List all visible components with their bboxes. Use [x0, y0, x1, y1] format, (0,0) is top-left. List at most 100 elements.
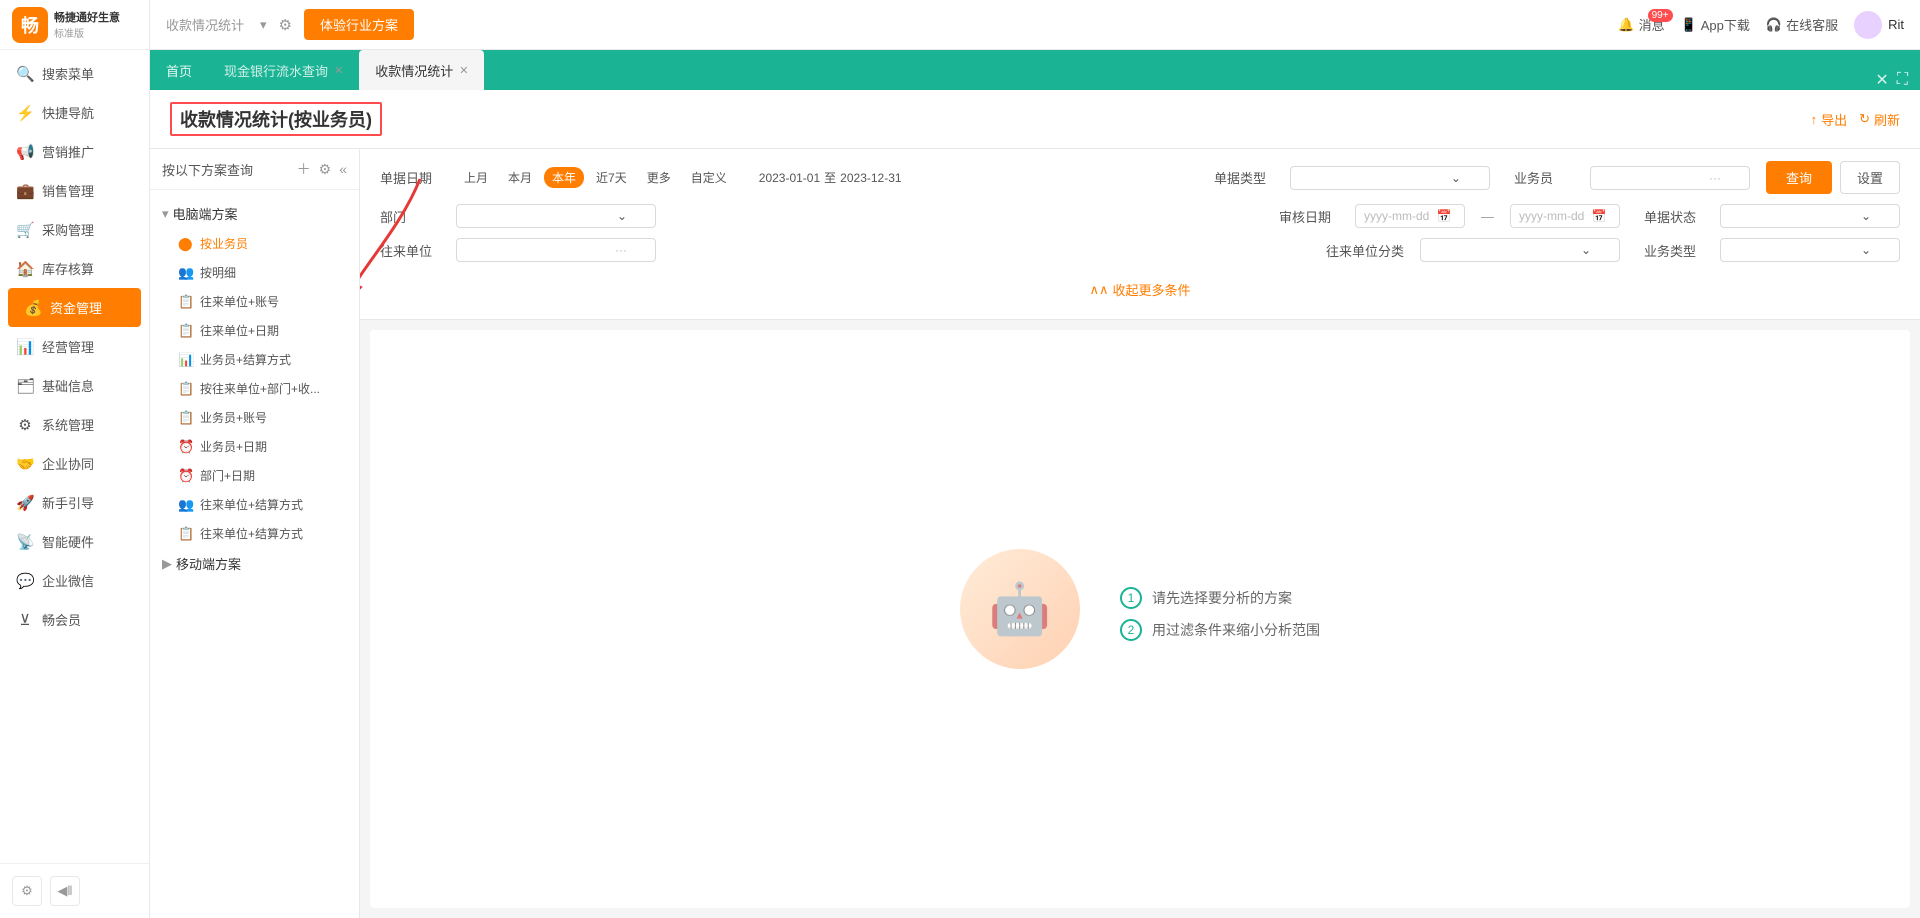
- scheme-item-detail[interactable]: 👥 按明细: [150, 258, 359, 287]
- date-tabs: 上月 本月 本年 近7天 更多 自定义: [456, 167, 735, 188]
- page-header: 收款情况统计(按业务员) ↑ 导出 ↻ 刷新: [150, 90, 1920, 149]
- sidebar-item-inventory[interactable]: 🏠库存核算: [0, 249, 149, 288]
- topbar-dropdown-icon[interactable]: ▾: [260, 17, 267, 33]
- filter-row-3: 往来单位 ··· 往来单位分类 ⌄ 业务类型: [380, 238, 1900, 262]
- sidebar-item-operation[interactable]: 📊经营管理: [0, 327, 149, 366]
- headset-icon: 🎧: [1766, 17, 1782, 33]
- biz-type-select[interactable]: ⌄: [1720, 238, 1900, 262]
- dept-select[interactable]: ⌄: [456, 204, 656, 228]
- page-header-actions: ↑ 导出 ↻ 刷新: [1811, 110, 1900, 129]
- member-icon: ⊻: [16, 611, 34, 629]
- main-area: 收款情况统计 ▾ ⚙ 体验行业方案 🔔 消息 99+ 📱 App下载 🎧 在线客…: [150, 0, 1920, 918]
- message-button[interactable]: 🔔 消息 99+: [1618, 15, 1664, 34]
- sidebar-item-hardware[interactable]: 📡智能硬件: [0, 522, 149, 561]
- scheme-item-salesperson-date[interactable]: ⏰ 业务员+日期: [150, 432, 359, 461]
- partner-category-select[interactable]: ⌄: [1420, 238, 1620, 262]
- collapse-panel-icon[interactable]: «: [339, 161, 347, 177]
- empty-step-2: 2 用过滤条件来缩小分析范围: [1120, 619, 1320, 641]
- user-name: Rit: [1888, 17, 1904, 32]
- sidebar-item-marketing[interactable]: 📢营销推广: [0, 132, 149, 171]
- corp-icon: 🤝: [16, 455, 34, 473]
- tab-expand-icon[interactable]: ⛶: [1897, 71, 1908, 89]
- calendar-icon-to: 📅: [1592, 209, 1607, 223]
- sidebar-item-finance[interactable]: 💰资金管理: [8, 288, 141, 327]
- date-tab-thismonth[interactable]: 本月: [500, 167, 540, 188]
- filter-row-1: 单据日期 上月 本月 本年 近7天 更多 自定义 2023-01-01 至: [380, 161, 1900, 194]
- scheme-item-partner-settlement2[interactable]: 📋 往来单位+结算方式: [150, 519, 359, 548]
- partner-settlement1-icon: 👥: [178, 497, 194, 513]
- tab-receipt[interactable]: 收款情况统计 ✕: [359, 50, 484, 90]
- query-button[interactable]: 查询: [1766, 161, 1832, 194]
- review-date-to-input[interactable]: yyyy-mm-dd 📅: [1510, 204, 1620, 228]
- date-tab-custom[interactable]: 自定义: [683, 167, 735, 188]
- page-content: 收款情况统计(按业务员) ↑ 导出 ↻ 刷新 按以下方案查询 ＋ ⚙: [150, 90, 1920, 918]
- add-scheme-button[interactable]: ＋: [297, 159, 311, 179]
- collapse-filter-button[interactable]: ∧∧ 收起更多条件: [1081, 272, 1198, 307]
- marketing-icon: 📢: [16, 143, 34, 161]
- settings-footer-button[interactable]: ⚙: [12, 876, 42, 906]
- scheme-item-partner-dept[interactable]: 📋 按往来单位+部门+收...: [150, 374, 359, 403]
- tree-group-mobile-header[interactable]: ▶ 移动端方案: [150, 548, 359, 579]
- scheme-item-salesperson-account[interactable]: 📋 业务员+账号: [150, 403, 359, 432]
- partner-dots-icon: ···: [615, 243, 627, 257]
- collapse-sidebar-button[interactable]: ◀‖: [50, 876, 80, 906]
- export-button[interactable]: ↑ 导出: [1811, 110, 1848, 129]
- sidebar-item-sales[interactable]: 💼销售管理: [0, 171, 149, 210]
- sidebar-item-guide[interactable]: 🚀新手引导: [0, 483, 149, 522]
- sidebar-item-system[interactable]: ⚙系统管理: [0, 405, 149, 444]
- sidebar-item-corp[interactable]: 🤝企业协同: [0, 444, 149, 483]
- scheme-item-partner-account[interactable]: 📋 往来单位+账号: [150, 287, 359, 316]
- user-area[interactable]: Rit: [1854, 11, 1904, 39]
- scheme-item-partner-date[interactable]: 📋 往来单位+日期: [150, 316, 359, 345]
- tab-bank[interactable]: 现金银行流水查询 ✕: [208, 50, 359, 90]
- tab-home[interactable]: 首页: [150, 50, 208, 90]
- scheme-item-partner-settlement1[interactable]: 👥 往来单位+结算方式: [150, 490, 359, 519]
- sidebar-item-member[interactable]: ⊻畅会员: [0, 600, 149, 639]
- doc-type-select[interactable]: ⌄: [1290, 166, 1490, 190]
- app-download-button[interactable]: 📱 App下载: [1681, 15, 1750, 34]
- tab-receipt-close[interactable]: ✕: [459, 64, 468, 77]
- logo-badge: 标准版: [54, 25, 120, 40]
- settings-button[interactable]: 设置: [1840, 161, 1900, 194]
- partner-category-label: 往来单位分类: [1326, 241, 1404, 260]
- biz-type-label: 业务类型: [1644, 241, 1704, 260]
- empty-state: 🤖 1 请先选择要分析的方案 2 用过滤条件来缩小分析范围: [960, 549, 1320, 689]
- scheme-item-salesperson-payment[interactable]: 📊 业务员+结算方式: [150, 345, 359, 374]
- dept-date-icon: ⏰: [178, 468, 194, 484]
- bell-icon: 🔔: [1618, 17, 1634, 33]
- refresh-icon: ↻: [1859, 111, 1870, 127]
- partner-date-icon: 📋: [178, 323, 194, 339]
- date-range-display: 2023-01-01 至 2023-12-31: [759, 169, 902, 186]
- sidebar-item-wechat[interactable]: 💬企业微信: [0, 561, 149, 600]
- chevron-down-icon: ▾: [162, 206, 169, 222]
- sidebar-footer: ⚙ ◀‖: [0, 863, 149, 918]
- salesperson-select[interactable]: ···: [1590, 166, 1750, 190]
- refresh-button[interactable]: ↻ 刷新: [1859, 110, 1900, 129]
- review-date-from-input[interactable]: yyyy-mm-dd 📅: [1355, 204, 1465, 228]
- sidebar-item-basic[interactable]: 🗂基础信息: [0, 366, 149, 405]
- tree-group-desktop-header[interactable]: ▾ 电脑端方案: [150, 198, 359, 229]
- group-label: 电脑端方案: [173, 204, 238, 223]
- scheme-item-dept-date[interactable]: ⏰ 部门+日期: [150, 461, 359, 490]
- trial-button[interactable]: 体验行业方案: [304, 9, 414, 40]
- date-tab-thisyear[interactable]: 本年: [544, 167, 584, 188]
- sidebar-item-purchase[interactable]: 🛒采购管理: [0, 210, 149, 249]
- customer-service-button[interactable]: 🎧 在线客服: [1766, 15, 1838, 34]
- scheme-item-salesperson[interactable]: ⬤ 按业务员: [150, 229, 359, 258]
- date-tab-more[interactable]: 更多: [639, 167, 679, 188]
- empty-steps: 1 请先选择要分析的方案 2 用过滤条件来缩小分析范围: [1120, 587, 1320, 651]
- basic-icon: 🗂: [16, 377, 34, 395]
- sidebar-item-search[interactable]: 🔍搜索菜单: [0, 54, 149, 93]
- sidebar-item-quicknav[interactable]: ⚡快捷导航: [0, 93, 149, 132]
- date-tab-lastmonth[interactable]: 上月: [456, 167, 496, 188]
- scheme-settings-icon[interactable]: ⚙: [319, 161, 332, 178]
- doc-type-label: 单据类型: [1214, 168, 1274, 187]
- user-avatar: [1854, 11, 1882, 39]
- tab-bank-close[interactable]: ✕: [334, 64, 343, 77]
- doc-status-select[interactable]: ⌄: [1720, 204, 1900, 228]
- topbar-gear-icon[interactable]: ⚙: [279, 16, 292, 34]
- hardware-icon: 📡: [16, 533, 34, 551]
- date-tab-7days[interactable]: 近7天: [588, 167, 635, 188]
- partner-select[interactable]: ···: [456, 238, 656, 262]
- tab-close-all-icon[interactable]: ✕: [1875, 70, 1888, 90]
